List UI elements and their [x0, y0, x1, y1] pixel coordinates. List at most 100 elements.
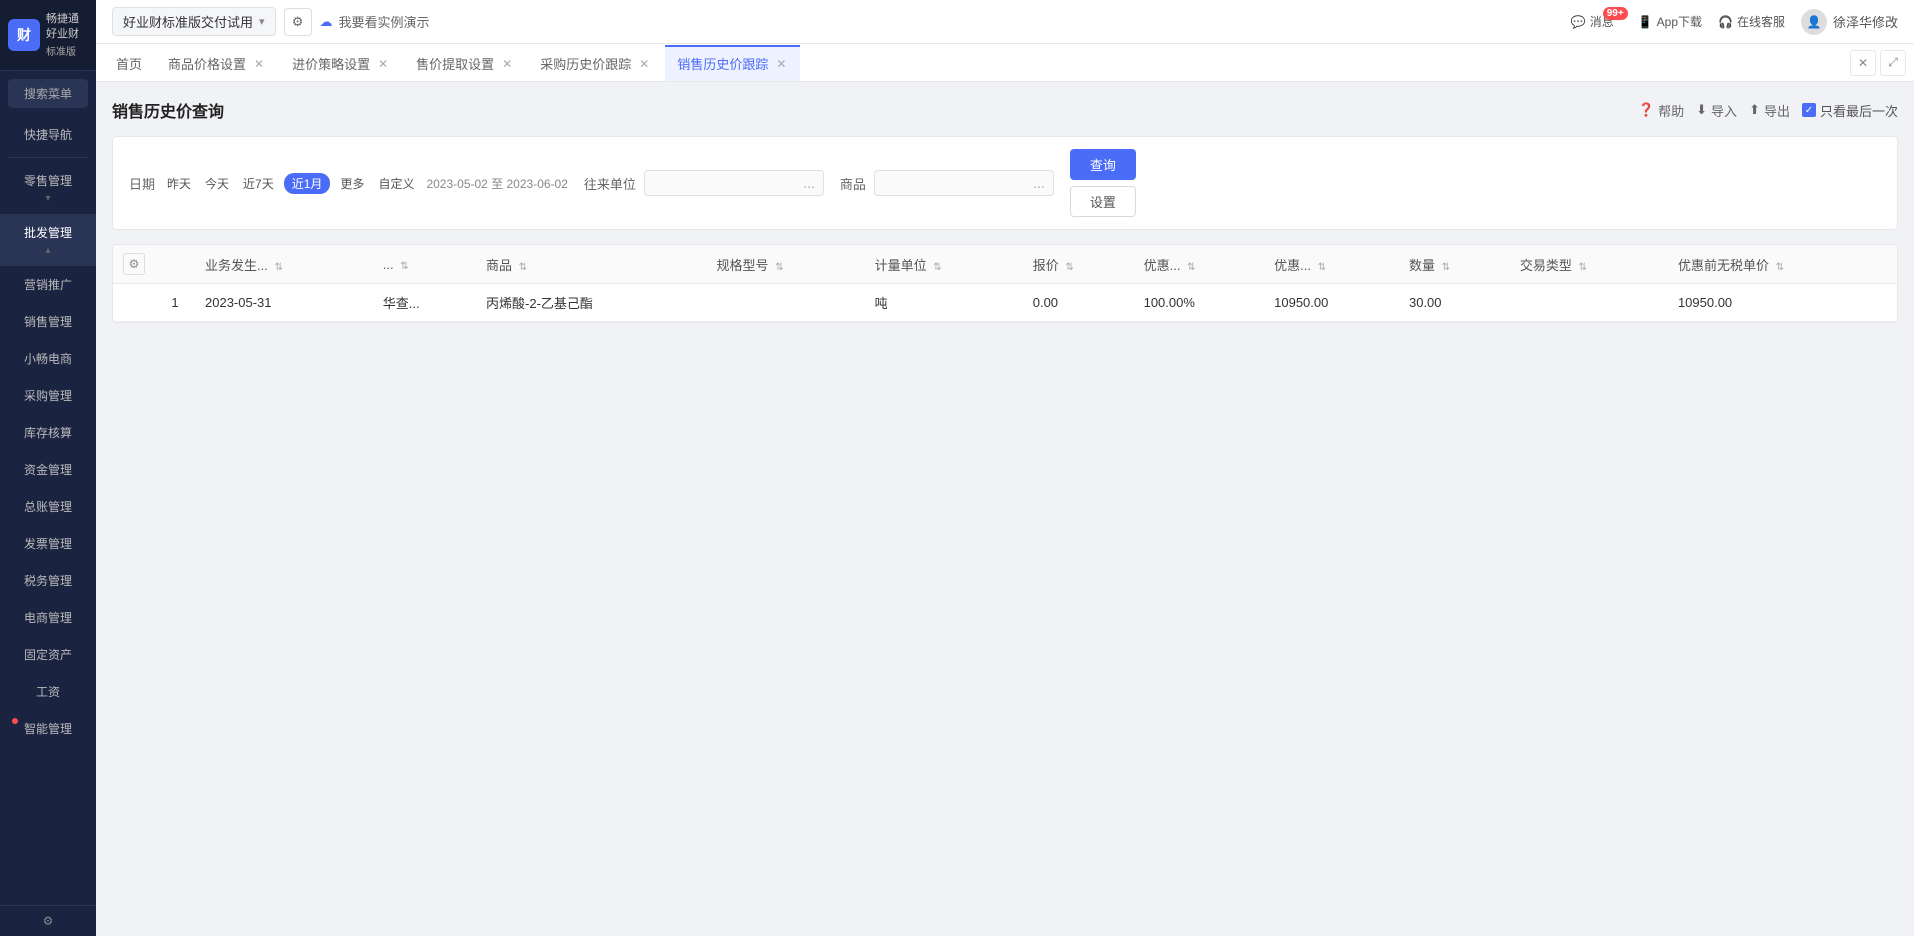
th-price[interactable]: 报价 ⇅	[1023, 245, 1134, 284]
close-icon[interactable]: ✕	[774, 58, 788, 70]
sidebar-settings-button[interactable]: ⚙	[0, 905, 96, 936]
shortcut-1month[interactable]: 近1月	[284, 173, 331, 194]
maximize-tab-button[interactable]: ⤢	[1880, 50, 1906, 76]
product-picker-icon[interactable]: ...	[1033, 175, 1045, 191]
app-download-button[interactable]: 📱 App下载	[1638, 13, 1702, 30]
sidebar-item-retail[interactable]: 零售管理 ▾	[0, 162, 96, 214]
th-unit-label: 计量单位	[875, 258, 927, 273]
topbar-right: 💬 消息 99+ 📱 App下载 🎧 在线客服 👤 徐泽华修改	[1571, 9, 1898, 35]
sidebar-item-label: 批发管理	[24, 224, 72, 241]
row-discount2-cell: 10950.00	[1264, 284, 1399, 322]
source-unit-picker-icon[interactable]: ...	[803, 175, 815, 191]
th-spec[interactable]: 规格型号 ⇅	[707, 245, 865, 284]
th-settings[interactable]: ⚙	[113, 245, 155, 284]
th-pretax-price-label: 优惠前无税单价	[1678, 258, 1769, 273]
tabs-bar: 首页 商品价格设置 ✕ 进价策略设置 ✕ 售价提取设置 ✕ 采购历史价跟踪 ✕ …	[96, 44, 1914, 82]
th-discount1-label: 优惠...	[1144, 258, 1181, 273]
export-link[interactable]: ⬆ 导出	[1749, 101, 1790, 120]
th-product[interactable]: 商品 ⇅	[476, 245, 707, 284]
tab-product-price[interactable]: 商品价格设置 ✕	[156, 45, 278, 81]
source-unit-label: 往来单位	[584, 174, 636, 193]
import-icon: ⬇	[1696, 102, 1707, 118]
version-label: 好业财标准版交付试用	[123, 12, 253, 31]
sidebar-item-quick-nav[interactable]: 快捷导航	[0, 116, 96, 153]
version-tab-selector[interactable]: 好业财标准版交付试用 ▾	[112, 7, 276, 36]
th-price-label: 报价	[1033, 258, 1059, 273]
th-extra[interactable]: ... ⇅	[373, 245, 476, 284]
search-menu-button[interactable]: 搜索菜单	[8, 79, 88, 108]
sidebar-item-label: 快捷导航	[24, 126, 72, 143]
sidebar-item-sales[interactable]: 销售管理	[0, 303, 96, 340]
tab-purchase-strategy[interactable]: 进价策略设置 ✕	[280, 45, 402, 81]
th-date[interactable]: 业务发生... ⇅	[195, 245, 373, 284]
th-discount1[interactable]: 优惠... ⇅	[1134, 245, 1265, 284]
sidebar-item-invoice[interactable]: 发票管理	[0, 525, 96, 562]
close-tab-button[interactable]: ✕	[1850, 50, 1876, 76]
expand-icon: ▴	[45, 245, 50, 256]
close-icon[interactable]: ✕	[500, 58, 514, 70]
source-unit-input[interactable]: ...	[644, 170, 824, 196]
th-qty[interactable]: 数量 ⇅	[1399, 245, 1510, 284]
only-last-checkbox[interactable]: ✓ 只看最后一次	[1802, 101, 1898, 120]
demo-button[interactable]: ☁ 我要看实例演示	[320, 12, 430, 31]
row-num-cell: 1	[155, 284, 195, 322]
shortcut-7days[interactable]: 近7天	[239, 173, 278, 194]
sort-icon: ⇅	[1065, 262, 1073, 273]
topbar: 好业财标准版交付试用 ▾ ⚙ ☁ 我要看实例演示 💬 消息 99+ 📱 App下…	[96, 0, 1914, 44]
sort-icon: ⇅	[274, 262, 282, 273]
close-icon[interactable]: ✕	[376, 58, 390, 70]
sidebar-item-ecommerce-small[interactable]: 小畅电商	[0, 340, 96, 377]
sort-icon: ⇅	[1776, 262, 1784, 273]
online-service-button[interactable]: 🎧 在线客服	[1718, 13, 1785, 30]
sidebar-item-label: 采购管理	[24, 387, 72, 404]
sidebar-item-fixed-assets[interactable]: 固定资产	[0, 636, 96, 673]
sidebar-item-label: 零售管理	[24, 172, 72, 189]
import-label: 导入	[1711, 101, 1737, 120]
import-link[interactable]: ⬇ 导入	[1696, 101, 1737, 120]
th-pretax-price[interactable]: 优惠前无税单价 ⇅	[1668, 245, 1897, 284]
shortcut-yesterday[interactable]: 昨天	[163, 173, 195, 194]
shortcut-more[interactable]: 更多	[336, 173, 368, 194]
download-icon: 📱	[1638, 15, 1653, 29]
cloud-icon: ☁	[320, 14, 333, 30]
help-link[interactable]: ❓ 帮助	[1638, 101, 1684, 120]
th-tx-type[interactable]: 交易类型 ⇅	[1510, 245, 1668, 284]
version-settings-button[interactable]: ⚙	[284, 8, 312, 36]
query-button[interactable]: 查询	[1070, 149, 1136, 180]
tab-sale-history[interactable]: 销售历史价跟踪 ✕	[665, 45, 800, 81]
page-header: 销售历史价查询 ❓ 帮助 ⬇ 导入 ⬆ 导出 ✓ 只看最后一次	[112, 98, 1898, 122]
sidebar-item-ecommerce[interactable]: 电商管理	[0, 599, 96, 636]
sort-icon: ⇅	[775, 262, 783, 273]
tab-home[interactable]: 首页	[104, 45, 154, 81]
column-settings-icon[interactable]: ⚙	[123, 253, 145, 275]
close-icon[interactable]: ✕	[637, 58, 651, 70]
tab-purchase-history[interactable]: 采购历史价跟踪 ✕	[528, 45, 663, 81]
sidebar-item-tax[interactable]: 税务管理	[0, 562, 96, 599]
messages-button[interactable]: 💬 消息 99+	[1571, 13, 1622, 30]
table-row[interactable]: 1 2023-05-31 华查... 丙烯酸-2-乙基己酯 吨 0.00 100…	[113, 284, 1897, 322]
row-tx-type-cell	[1510, 284, 1668, 322]
sidebar-item-inventory[interactable]: 库存核算	[0, 414, 96, 451]
th-unit[interactable]: 计量单位 ⇅	[865, 245, 1023, 284]
shortcut-today[interactable]: 今天	[201, 173, 233, 194]
settings-button[interactable]: 设置	[1070, 186, 1136, 217]
user-menu[interactable]: 👤 徐泽华修改	[1801, 9, 1898, 35]
sidebar-item-finance[interactable]: 资金管理	[0, 451, 96, 488]
sidebar-logo: 财 畅捷通好业财 标准版	[0, 0, 96, 71]
sidebar-item-smart[interactable]: 智能管理	[0, 710, 96, 747]
row-pretax-price-cell: 10950.00	[1668, 284, 1897, 322]
sort-icon: ⇅	[1318, 262, 1326, 273]
filter-bar: 日期 昨天 今天 近7天 近1月 更多 自定义 2023-05-02 至 202…	[112, 136, 1898, 230]
th-discount2[interactable]: 优惠... ⇅	[1264, 245, 1399, 284]
sidebar-item-marketing[interactable]: 营销推广	[0, 266, 96, 303]
export-label: 导出	[1764, 101, 1790, 120]
tab-sale-extract[interactable]: 售价提取设置 ✕	[404, 45, 526, 81]
sidebar-item-wholesale[interactable]: 批发管理 ▴	[0, 214, 96, 266]
shortcut-custom[interactable]: 自定义	[374, 173, 418, 194]
product-input[interactable]: ...	[874, 170, 1054, 196]
sidebar-item-purchase[interactable]: 采购管理	[0, 377, 96, 414]
row-unit-cell: 吨	[865, 284, 1023, 322]
close-icon[interactable]: ✕	[252, 58, 266, 70]
sidebar-item-payroll[interactable]: 工资	[0, 673, 96, 710]
sidebar-item-account[interactable]: 总账管理	[0, 488, 96, 525]
